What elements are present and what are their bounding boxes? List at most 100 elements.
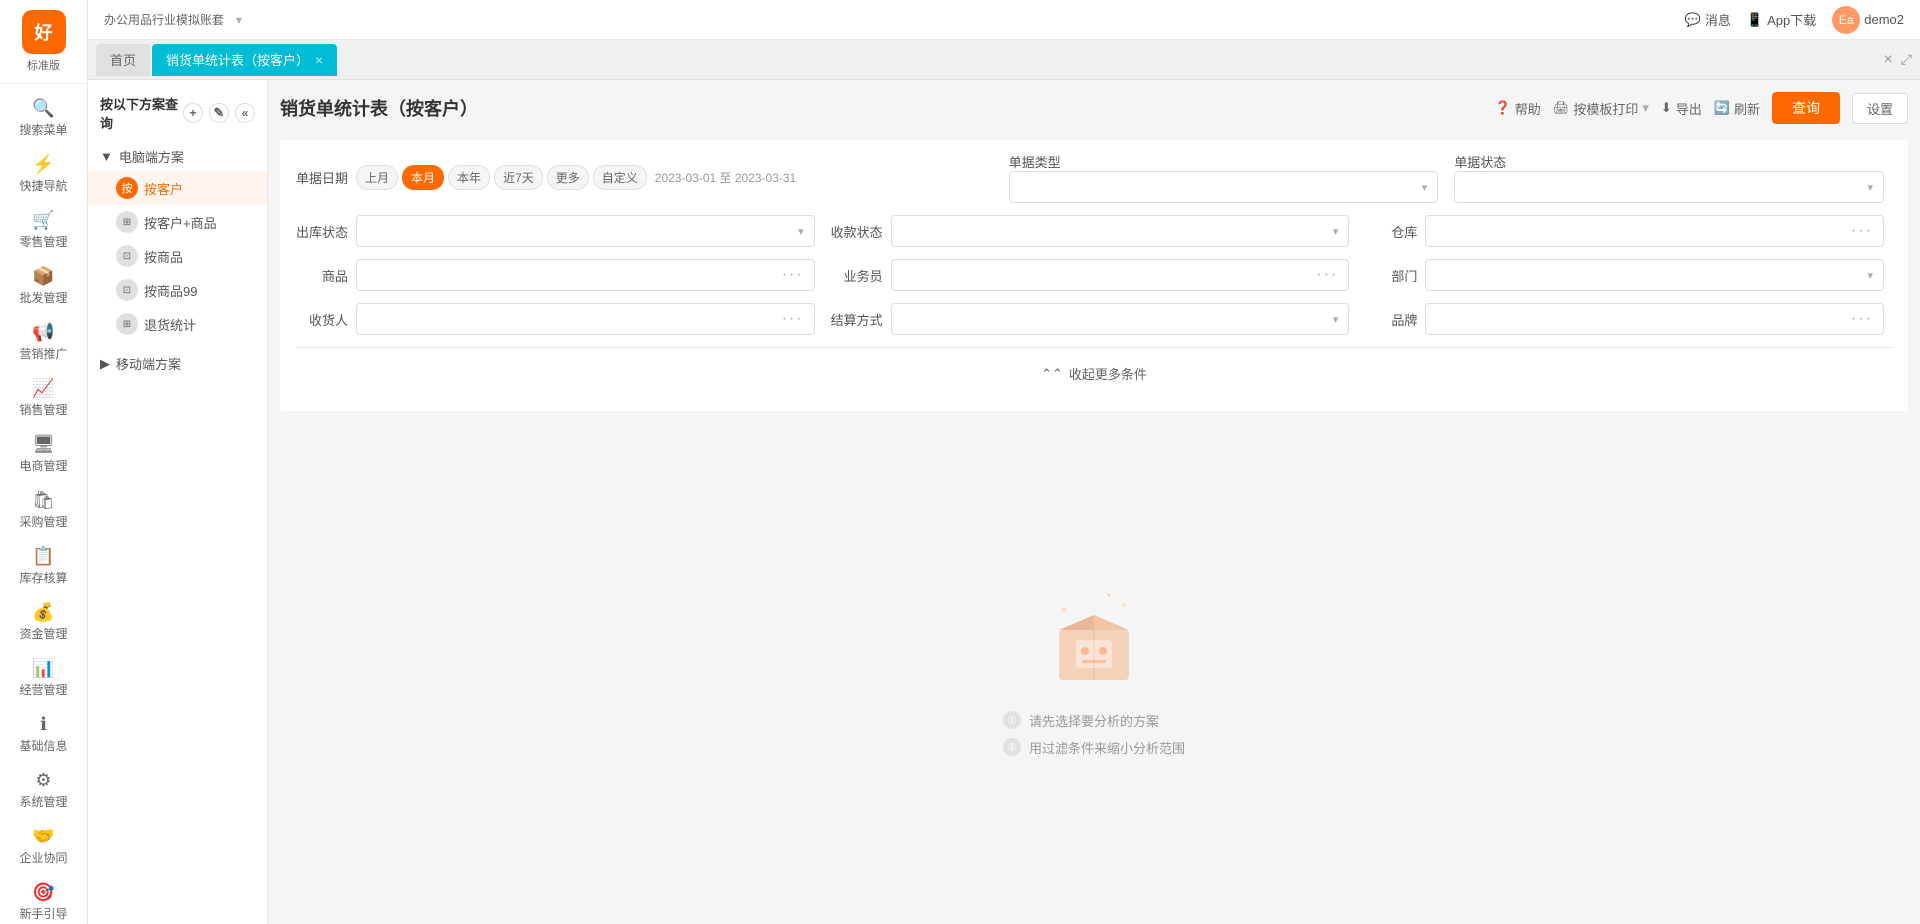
tree-item-icon-customer_product: ⊞ xyxy=(116,211,138,233)
sidebar-item-label-search: 搜索菜单 xyxy=(19,121,67,138)
sidebar-item-sales[interactable]: 📈 销售管理 xyxy=(0,370,87,426)
step-1-icon: ① xyxy=(1003,711,1021,729)
department-cell: 部门 ▾ xyxy=(1357,259,1892,291)
warehouse-select[interactable]: ··· xyxy=(1425,215,1884,247)
collection-label: 收款状态 xyxy=(831,222,891,241)
sidebar-item-basic[interactable]: ℹ 基础信息 xyxy=(0,706,87,762)
tree-item-product[interactable]: ⊡ 按商品 xyxy=(88,239,267,273)
tab-bar: 首页 销货单统计表（按客户） × × ⤢ xyxy=(88,40,1920,80)
salesperson-select[interactable]: ··· xyxy=(891,259,1350,291)
date-pill-last-month[interactable]: 上月 xyxy=(356,165,398,190)
date-pill-this-year[interactable]: 本年 xyxy=(448,165,490,190)
collection-select[interactable]: ▾ xyxy=(891,215,1350,247)
filter-row-2: 出库状态 ▾ 收款状态 ▾ 仓库 xyxy=(296,215,1892,247)
date-pill-more[interactable]: 更多 xyxy=(547,165,589,190)
query-button[interactable]: 查询 xyxy=(1772,92,1840,124)
tree-item-return_stats[interactable]: ⊞ 退货统计 xyxy=(88,307,267,341)
order-type-chevron-icon: ▾ xyxy=(1422,181,1428,194)
product-select[interactable]: ··· xyxy=(356,259,815,291)
sidebar-item-quicknav[interactable]: ⚡ 快捷导航 xyxy=(0,146,87,202)
brand-select[interactable]: ··· xyxy=(1425,303,1884,335)
edit-scheme-button[interactable]: ✎ xyxy=(209,103,229,123)
sidebar-item-marketing[interactable]: 📢 营销推广 xyxy=(0,314,87,370)
desktop-scheme-label[interactable]: ▼ 电脑端方案 xyxy=(88,142,267,171)
help-button[interactable]: ❓ 帮助 xyxy=(1495,99,1541,118)
product-cell: 商品 ··· xyxy=(296,259,823,291)
sidebar-item-wholesale[interactable]: 📦 批发管理 xyxy=(0,258,87,314)
mobile-scheme-label[interactable]: ▶ 移动端方案 xyxy=(88,349,267,378)
tab-close-icon[interactable]: × xyxy=(315,52,323,68)
sidebar-item-newguide[interactable]: 🎯 新手引导 xyxy=(0,874,87,924)
sidebar-item-retail[interactable]: 🛒 零售管理 xyxy=(0,202,87,258)
tree-item-product99[interactable]: ⊡ 按商品99 xyxy=(88,273,267,307)
date-pill-this-month[interactable]: 本月 xyxy=(402,165,444,190)
empty-state: ① 请先选择要分析的方案 ② 用过滤条件来缩小分析范围 xyxy=(280,419,1908,912)
sidebar-item-system[interactable]: ⚙ 系统管理 xyxy=(0,762,87,818)
sidebar-item-label-retail: 零售管理 xyxy=(19,233,67,250)
refresh-button[interactable]: 🔄 刷新 xyxy=(1714,99,1760,118)
dropdown-chevron-icon[interactable]: ▾ xyxy=(236,13,242,27)
export-label: 导出 xyxy=(1676,99,1702,118)
sidebar-item-inventory[interactable]: 📋 库存核算 xyxy=(0,538,87,594)
sidebar-item-purchase[interactable]: 🛍 采购管理 xyxy=(0,482,87,538)
collapse-panel-button[interactable]: « xyxy=(235,103,255,123)
empty-hints: ① 请先选择要分析的方案 ② 用过滤条件来缩小分析范围 xyxy=(1003,711,1185,757)
recipient-select[interactable]: ··· xyxy=(356,303,815,335)
expand-icon[interactable]: ⤢ xyxy=(1901,51,1912,68)
collapse-up-icon: ⌃⌃ xyxy=(1041,366,1063,382)
department-select[interactable]: ▾ xyxy=(1425,259,1884,291)
date-pills: 上月 本月 本年 近7天 更多 自定义 xyxy=(356,165,647,190)
marketing-icon: 📢 xyxy=(32,322,54,343)
sidebar-item-label-system: 系统管理 xyxy=(19,793,67,810)
order-status-label: 单据状态 xyxy=(1454,155,1514,170)
order-status-select[interactable]: ▾ xyxy=(1454,171,1884,203)
retail-icon: 🛒 xyxy=(32,210,54,231)
print-button[interactable]: 🖨 按模板打印 ▾ xyxy=(1553,99,1649,118)
date-filter-control: 上月 本月 本年 近7天 更多 自定义 2023-03-01 至 2023-03… xyxy=(356,165,1001,190)
date-pill-custom[interactable]: 自定义 xyxy=(593,165,647,190)
desktop-group-text: 电脑端方案 xyxy=(119,147,184,166)
tree-item-customer_product[interactable]: ⊞ 按客户+商品 xyxy=(88,205,267,239)
message-icon: 💬 xyxy=(1685,12,1701,28)
wholesale-icon: 📦 xyxy=(32,266,54,287)
order-type-select[interactable]: ▾ xyxy=(1009,171,1439,203)
print-dropdown-icon[interactable]: ▾ xyxy=(1642,100,1649,116)
sidebar-item-search[interactable]: 🔍 搜索菜单 xyxy=(0,90,87,146)
tree-item-label-product: 按商品 xyxy=(144,247,183,266)
brand-label: 品牌 xyxy=(1365,310,1425,329)
hint-2-text: 用过滤条件来缩小分析范围 xyxy=(1029,738,1185,757)
sidebar-item-label-ecommerce: 电商管理 xyxy=(19,457,67,474)
collapse-bar: ⌃⌃ 收起更多条件 xyxy=(296,347,1892,399)
outbound-select[interactable]: ▾ xyxy=(356,215,815,247)
tree-item-customer[interactable]: 按 按客户 xyxy=(88,171,267,205)
warehouse-dots-icon: ··· xyxy=(1851,222,1873,240)
tab-home[interactable]: 首页 xyxy=(96,44,150,76)
export-button[interactable]: ⬇ 导出 xyxy=(1661,99,1702,118)
sidebar-item-operations[interactable]: 📊 经营管理 xyxy=(0,650,87,706)
tab-sales-stats[interactable]: 销货单统计表（按客户） × xyxy=(152,44,337,76)
settlement-select[interactable]: ▾ xyxy=(891,303,1350,335)
refresh-icon: 🔄 xyxy=(1714,100,1730,116)
main-area: 办公用品行业模拟账套 ▾ 💬 消息 📱 App下载 Ea demo2 首页 销货… xyxy=(88,0,1920,924)
settlement-label: 结算方式 xyxy=(831,310,891,329)
date-range-text: 2023-03-01 至 2023-03-31 xyxy=(655,169,796,186)
tab-controls: × ⤢ xyxy=(1883,51,1912,69)
finance-icon: 💰 xyxy=(32,602,54,623)
sidebar-item-ecommerce[interactable]: 🖥 电商管理 xyxy=(0,426,87,482)
sidebar-item-label-basic: 基础信息 xyxy=(19,737,67,754)
settings-button[interactable]: 设置 xyxy=(1852,93,1908,124)
add-scheme-button[interactable]: + xyxy=(183,103,203,123)
collapse-button[interactable]: ⌃⌃ 收起更多条件 xyxy=(1041,358,1147,389)
date-pill-7days[interactable]: 近7天 xyxy=(494,165,543,190)
sidebar-item-enterprise[interactable]: 🤝 企业协同 xyxy=(0,818,87,874)
refresh-label: 刷新 xyxy=(1734,99,1760,118)
user-menu[interactable]: Ea demo2 xyxy=(1832,6,1904,34)
outbound-label: 出库状态 xyxy=(296,222,356,241)
date-label: 单据日期 xyxy=(296,168,356,187)
sidebar-item-finance[interactable]: 💰 资金管理 xyxy=(0,594,87,650)
logo-text: 标准版 xyxy=(27,57,60,73)
close-window-icon[interactable]: × xyxy=(1883,51,1892,69)
app-download-button[interactable]: 📱 App下载 xyxy=(1747,10,1816,29)
messages-button[interactable]: 💬 消息 xyxy=(1685,10,1731,29)
outbound-cell: 出库状态 ▾ xyxy=(296,215,823,247)
